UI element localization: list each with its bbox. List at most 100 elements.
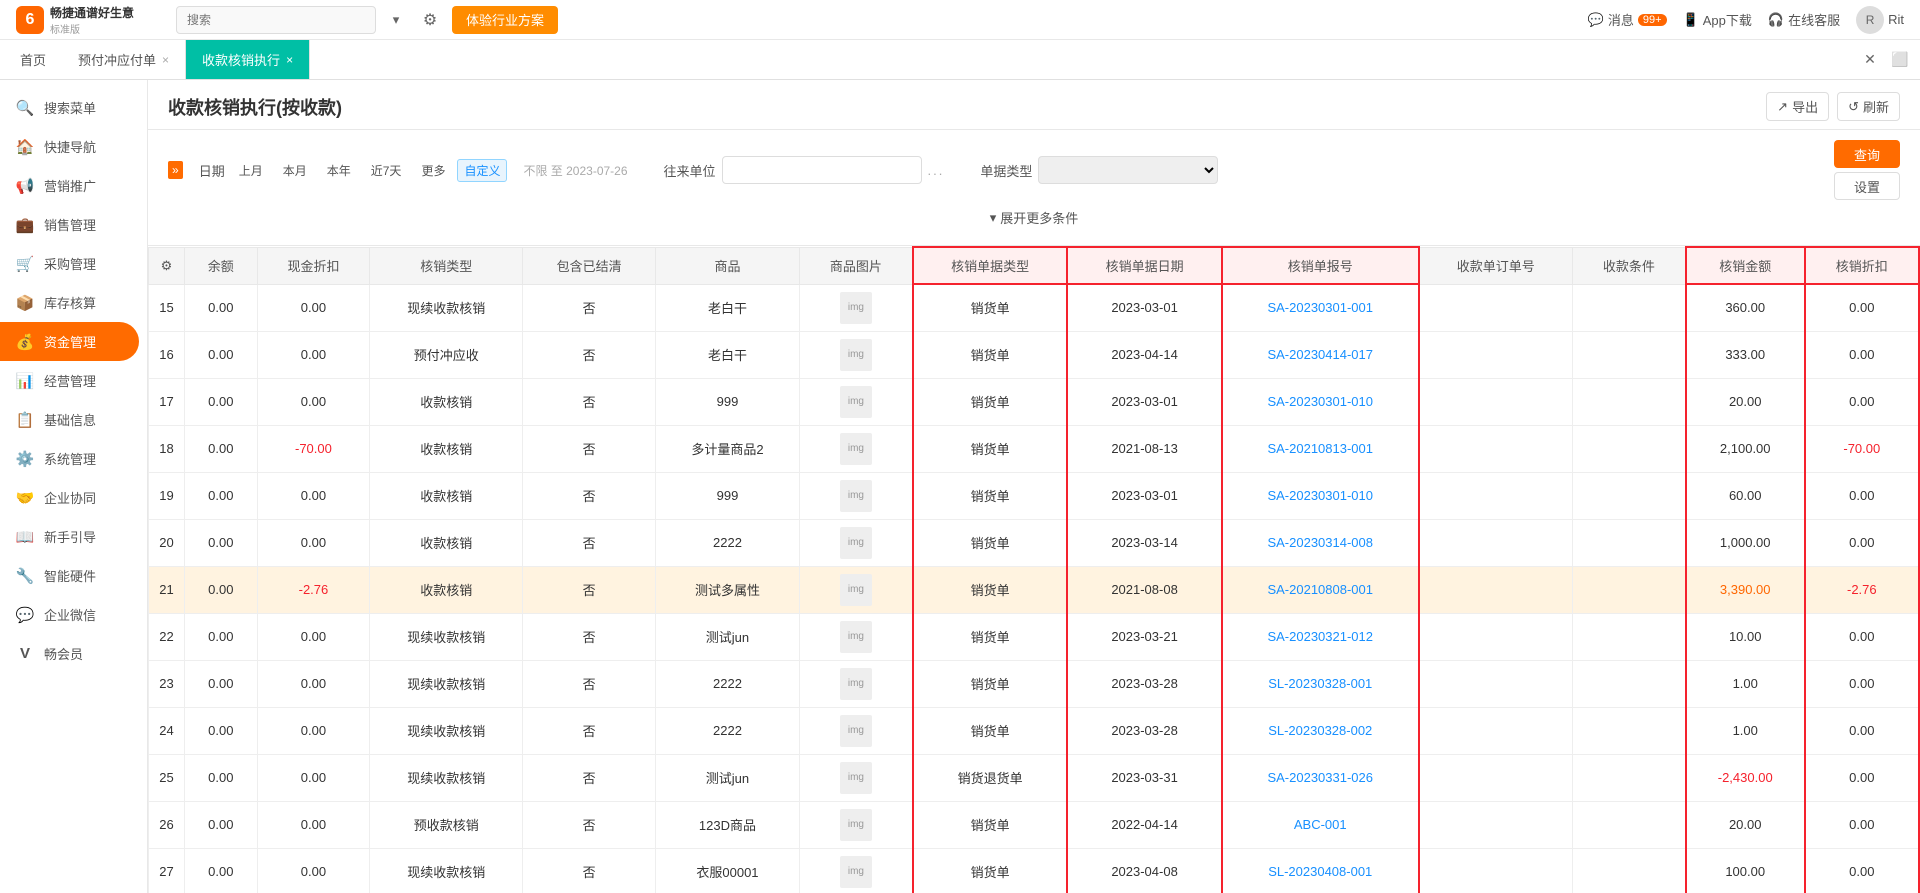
writeoff-bill-no-cell[interactable]: SA-20210813-001 (1222, 425, 1419, 472)
writeoff-bill-no-cell[interactable]: SA-20230314-008 (1222, 519, 1419, 566)
maximize-btn[interactable]: ⬜ (1888, 48, 1912, 72)
bill-no-link[interactable]: SA-20230321-012 (1267, 629, 1373, 644)
tab-writeoff[interactable]: 收款核销执行 × (186, 40, 310, 79)
sidebar-item-basic[interactable]: 📋 基础信息 (0, 400, 147, 439)
sidebar-item-purchase[interactable]: 🛒 采购管理 (0, 244, 147, 283)
sidebar-item-search[interactable]: 🔍 搜索菜单 (0, 88, 147, 127)
writeoff-bill-no-cell[interactable]: SA-20230331-026 (1222, 754, 1419, 801)
include-settled-cell: 否 (523, 848, 656, 893)
bill-no-link[interactable]: SA-20230331-026 (1267, 770, 1373, 785)
tab-close-prepay[interactable]: × (162, 53, 169, 67)
bill-no-link[interactable]: ABC-001 (1294, 817, 1347, 832)
date-opt-this-month[interactable]: 本月 (275, 160, 315, 181)
receipt-order-no-cell (1419, 613, 1573, 660)
industry-button[interactable]: 体验行业方案 (452, 6, 558, 34)
writeoff-bill-no-cell[interactable]: SA-20210808-001 (1222, 566, 1419, 613)
query-button[interactable]: 查询 (1834, 140, 1900, 168)
date-opt-this-year[interactable]: 本年 (319, 160, 359, 181)
writeoff-discount-cell: 0.00 (1805, 801, 1919, 848)
user-profile[interactable]: R Rit (1856, 6, 1904, 34)
writeoff-bill-no-cell[interactable]: SA-20230301-010 (1222, 378, 1419, 425)
tab-home[interactable]: 首页 (4, 40, 62, 79)
writeoff-type-cell: 收款核销 (370, 472, 523, 519)
bill-no-link[interactable]: SA-20210808-001 (1267, 582, 1373, 597)
cash-discount-cell: 0.00 (257, 801, 370, 848)
sidebar-item-system[interactable]: ⚙️ 系统管理 (0, 439, 147, 478)
logo-icon: 6 (16, 6, 44, 34)
messages-btn[interactable]: 💬 消息 99+ (1588, 10, 1667, 29)
sidebar-item-vip[interactable]: V 畅会员 (0, 634, 147, 673)
writeoff-bill-no-cell[interactable]: SA-20230301-001 (1222, 284, 1419, 331)
export-button[interactable]: ↗ 导出 (1766, 92, 1829, 121)
bill-no-link[interactable]: SL-20230328-001 (1268, 676, 1372, 691)
bill-no-link[interactable]: SL-20230328-002 (1268, 723, 1372, 738)
writeoff-discount-cell: 0.00 (1805, 472, 1919, 519)
goods-img-cell: img (799, 566, 913, 613)
search-input[interactable] (176, 6, 376, 34)
date-opt-7days[interactable]: 近7天 (363, 160, 410, 181)
message-icon: 💬 (1588, 12, 1604, 28)
writeoff-bill-type-cell: 销货单 (913, 848, 1067, 893)
bill-no-link[interactable]: SA-20210813-001 (1267, 441, 1373, 456)
bill-no-link[interactable]: SA-20230301-010 (1267, 488, 1373, 503)
partner-dots[interactable]: ... (928, 163, 945, 178)
writeoff-bill-date-cell: 2021-08-08 (1067, 566, 1221, 613)
sidebar-item-marketing[interactable]: 📢 营销推广 (0, 166, 147, 205)
sidebar-item-inventory[interactable]: 📦 库存核算 (0, 283, 147, 322)
writeoff-bill-no-cell[interactable]: SL-20230408-001 (1222, 848, 1419, 893)
tab-prepay[interactable]: 预付冲应付单 × (62, 40, 186, 79)
row-number: 18 (149, 425, 185, 472)
tab-bar-actions: ✕ ⬜ (1850, 40, 1920, 79)
th-gear[interactable]: ⚙ (149, 247, 185, 284)
setting-button[interactable]: 设置 (1834, 172, 1900, 200)
tab-close-writeoff[interactable]: × (286, 53, 293, 67)
writeoff-bill-type-cell: 销货单 (913, 660, 1067, 707)
writeoff-bill-no-cell[interactable]: SA-20230321-012 (1222, 613, 1419, 660)
goods-img-cell: img (799, 613, 913, 660)
collapse-arrow[interactable]: » (168, 161, 183, 179)
receipt-type-select[interactable] (1038, 156, 1218, 184)
writeoff-discount-cell: 0.00 (1805, 613, 1919, 660)
th-writeoff-bill-type: 核销单据类型 (913, 247, 1067, 284)
writeoff-bill-no-cell[interactable]: SL-20230328-002 (1222, 707, 1419, 754)
th-receipt-condition: 收款条件 (1572, 247, 1686, 284)
partner-input[interactable] (722, 156, 922, 184)
logo-area: 6 畅捷通谱好生意 标准版 (16, 4, 164, 36)
receipt-condition-cell (1572, 613, 1686, 660)
app-download-btn[interactable]: 📱 App下载 (1683, 10, 1752, 29)
th-goods: 商品 (655, 247, 799, 284)
dropdown-icon[interactable]: ▾ (384, 8, 408, 32)
sidebar-item-finance[interactable]: 💰 资金管理 (0, 322, 139, 361)
bill-no-link[interactable]: SA-20230414-017 (1267, 347, 1373, 362)
refresh-button[interactable]: ↺ 刷新 (1837, 92, 1900, 121)
writeoff-bill-no-cell[interactable]: SA-20230301-010 (1222, 472, 1419, 519)
megaphone-icon: 📢 (16, 177, 34, 195)
bill-no-link[interactable]: SA-20230314-008 (1267, 535, 1373, 550)
receipt-condition-cell (1572, 660, 1686, 707)
sidebar-item-nav[interactable]: 🏠 快捷导航 (0, 127, 147, 166)
settings-icon[interactable]: ⚙ (416, 6, 444, 34)
expand-button[interactable]: ▾ 展开更多条件 (982, 204, 1087, 231)
writeoff-bill-no-cell[interactable]: SL-20230328-001 (1222, 660, 1419, 707)
sidebar-item-hardware[interactable]: 🔧 智能硬件 (0, 556, 147, 595)
date-opt-custom[interactable]: 自定义 (457, 159, 507, 182)
close-window-btn[interactable]: ✕ (1858, 48, 1882, 72)
sidebar-item-operations[interactable]: 📊 经营管理 (0, 361, 147, 400)
bill-no-link[interactable]: SA-20230301-010 (1267, 394, 1373, 409)
online-service-btn[interactable]: 🎧 在线客服 (1768, 10, 1840, 29)
row-number: 23 (149, 660, 185, 707)
writeoff-amount-cell: 2,100.00 (1686, 425, 1805, 472)
sidebar-item-guide[interactable]: 📖 新手引导 (0, 517, 147, 556)
writeoff-bill-no-cell[interactable]: ABC-001 (1222, 801, 1419, 848)
date-opt-more[interactable]: 更多 (413, 160, 453, 181)
filter-bar: » 日期 上月 本月 本年 近7天 更多 自定义 不限 至 2023-07-26 (148, 130, 1920, 246)
table-row: 210.00-2.76收款核销否测试多属性img销货单2021-08-08SA-… (149, 566, 1920, 613)
date-opt-last-month[interactable]: 上月 (231, 160, 271, 181)
bill-no-link[interactable]: SA-20230301-001 (1267, 300, 1373, 315)
bill-no-link[interactable]: SL-20230408-001 (1268, 864, 1372, 879)
writeoff-bill-no-cell[interactable]: SA-20230414-017 (1222, 331, 1419, 378)
sidebar-item-wechat[interactable]: 💬 企业微信 (0, 595, 147, 634)
th-writeoff-bill-date: 核销单据日期 (1067, 247, 1221, 284)
sidebar-item-sales[interactable]: 💼 销售管理 (0, 205, 147, 244)
sidebar-item-enterprise[interactable]: 🤝 企业协同 (0, 478, 147, 517)
